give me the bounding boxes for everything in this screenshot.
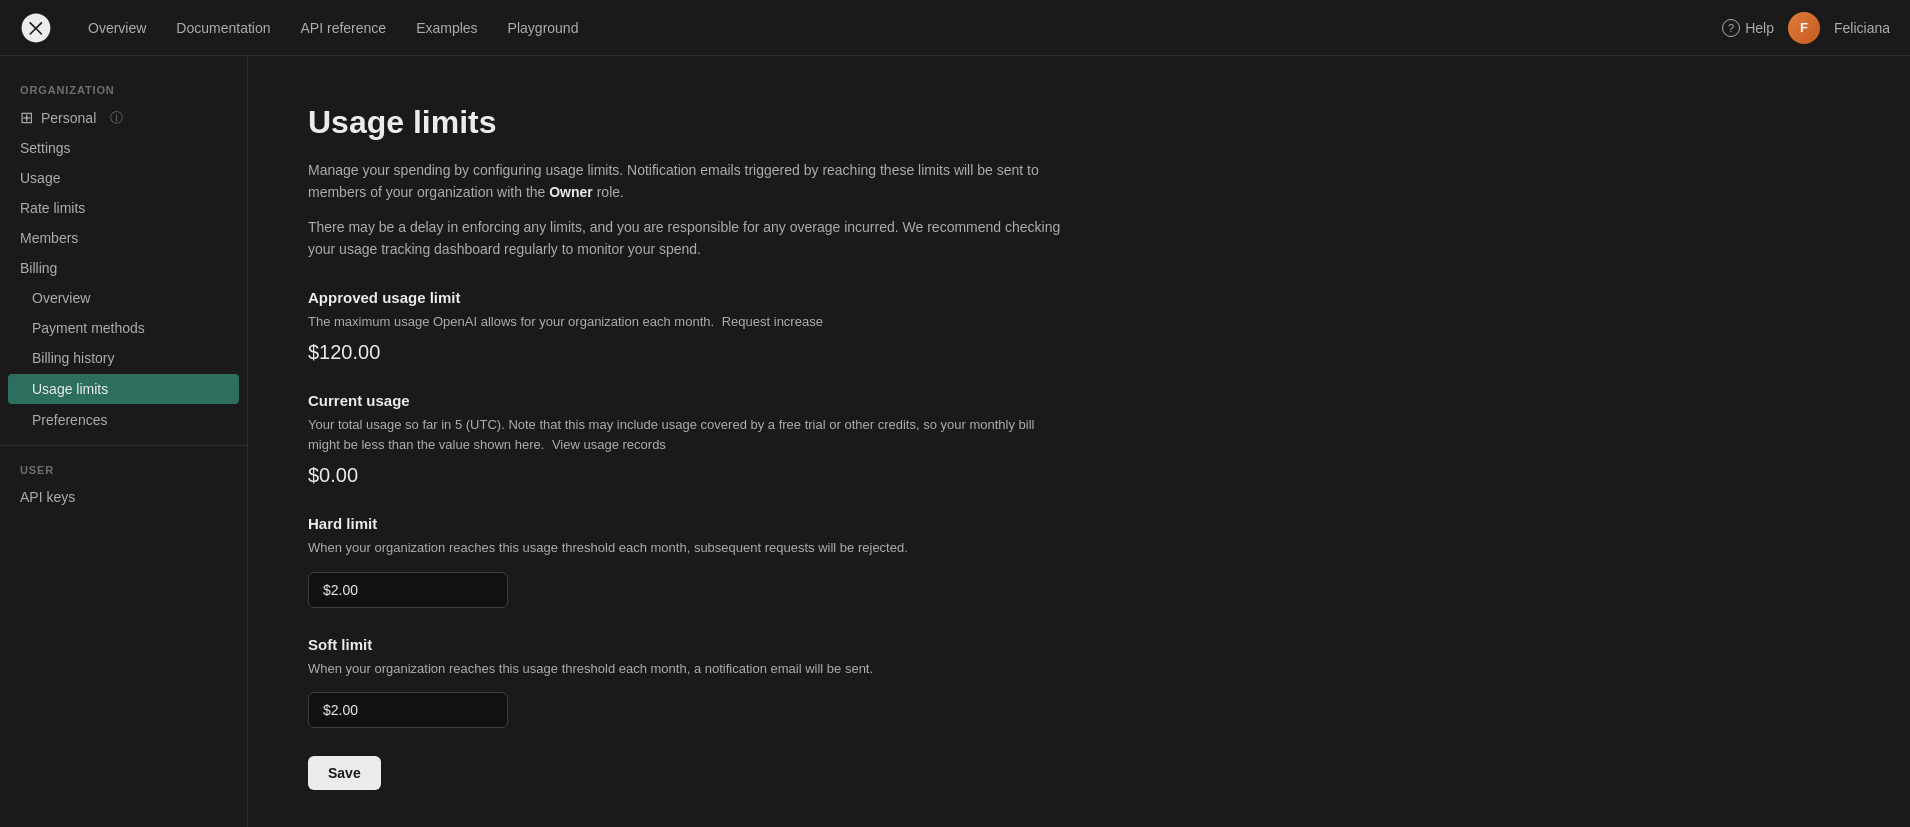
nav-playground[interactable]: Playground bbox=[496, 14, 591, 42]
avatar[interactable]: F bbox=[1788, 12, 1820, 44]
approved-usage-value: $120.00 bbox=[308, 341, 1850, 364]
sidebar-item-billing[interactable]: Billing bbox=[0, 253, 247, 283]
help-button[interactable]: ? Help bbox=[1722, 19, 1774, 37]
org-section-label: ORGANIZATION bbox=[0, 76, 247, 102]
sidebar-payment-methods[interactable]: Payment methods bbox=[0, 313, 247, 343]
nav-examples[interactable]: Examples bbox=[404, 14, 489, 42]
hard-limit-title: Hard limit bbox=[308, 515, 1850, 532]
content-area: Usage limits Manage your spending by con… bbox=[248, 56, 1910, 827]
nav-links: Overview Documentation API reference Exa… bbox=[76, 14, 1722, 42]
top-nav-right: ? Help F Feliciana bbox=[1722, 12, 1890, 44]
approved-usage-desc: The maximum usage OpenAI allows for your… bbox=[308, 312, 1068, 332]
top-nav: Overview Documentation API reference Exa… bbox=[0, 0, 1910, 56]
soft-limit-input[interactable] bbox=[308, 692, 508, 728]
sidebar-item-settings[interactable]: Settings bbox=[0, 133, 247, 163]
sidebar-usage-limits[interactable]: Usage limits bbox=[8, 374, 239, 404]
help-label: Help bbox=[1745, 20, 1774, 36]
nav-documentation[interactable]: Documentation bbox=[164, 14, 282, 42]
page-title: Usage limits bbox=[308, 104, 1850, 141]
sidebar-item-rate-limits[interactable]: Rate limits bbox=[0, 193, 247, 223]
sidebar-billing-overview[interactable]: Overview bbox=[0, 283, 247, 313]
description-2: There may be a delay in enforcing any li… bbox=[308, 216, 1068, 261]
description-1: Manage your spending by configuring usag… bbox=[308, 159, 1068, 204]
info-icon: ⓘ bbox=[110, 109, 123, 127]
main-layout: ORGANIZATION ⊞ Personal ⓘ Settings Usage… bbox=[0, 56, 1910, 827]
sidebar-preferences[interactable]: Preferences bbox=[0, 405, 247, 435]
sidebar-item-members[interactable]: Members bbox=[0, 223, 247, 253]
help-icon: ? bbox=[1722, 19, 1740, 37]
nav-api-reference[interactable]: API reference bbox=[289, 14, 399, 42]
org-item-label: Personal bbox=[41, 110, 96, 126]
hard-limit-section: Hard limit When your organization reache… bbox=[308, 515, 1850, 608]
approved-usage-section: Approved usage limit The maximum usage O… bbox=[308, 289, 1850, 365]
hard-limit-desc: When your organization reaches this usag… bbox=[308, 538, 1068, 558]
approved-usage-title: Approved usage limit bbox=[308, 289, 1850, 306]
nav-overview[interactable]: Overview bbox=[76, 14, 158, 42]
org-icon: ⊞ bbox=[20, 108, 33, 127]
current-usage-section: Current usage Your total usage so far in… bbox=[308, 392, 1850, 487]
sidebar-billing-history[interactable]: Billing history bbox=[0, 343, 247, 373]
sidebar-divider bbox=[0, 445, 247, 446]
sidebar: ORGANIZATION ⊞ Personal ⓘ Settings Usage… bbox=[0, 56, 248, 827]
current-usage-title: Current usage bbox=[308, 392, 1850, 409]
soft-limit-title: Soft limit bbox=[308, 636, 1850, 653]
view-usage-records-link[interactable]: View usage records bbox=[552, 437, 666, 452]
request-increase-link[interactable]: Request increase bbox=[722, 314, 823, 329]
org-item[interactable]: ⊞ Personal ⓘ bbox=[0, 102, 247, 133]
soft-limit-desc: When your organization reaches this usag… bbox=[308, 659, 1068, 679]
owner-bold: Owner bbox=[549, 184, 593, 200]
logo[interactable] bbox=[20, 12, 52, 44]
save-button[interactable]: Save bbox=[308, 756, 381, 790]
user-section-label: USER bbox=[0, 456, 247, 482]
current-usage-desc: Your total usage so far in 5 (UTC). Note… bbox=[308, 415, 1068, 454]
sidebar-item-usage[interactable]: Usage bbox=[0, 163, 247, 193]
sidebar-item-api-keys[interactable]: API keys bbox=[0, 482, 247, 512]
soft-limit-section: Soft limit When your organization reache… bbox=[308, 636, 1850, 729]
username: Feliciana bbox=[1834, 20, 1890, 36]
current-usage-value: $0.00 bbox=[308, 464, 1850, 487]
hard-limit-input[interactable] bbox=[308, 572, 508, 608]
